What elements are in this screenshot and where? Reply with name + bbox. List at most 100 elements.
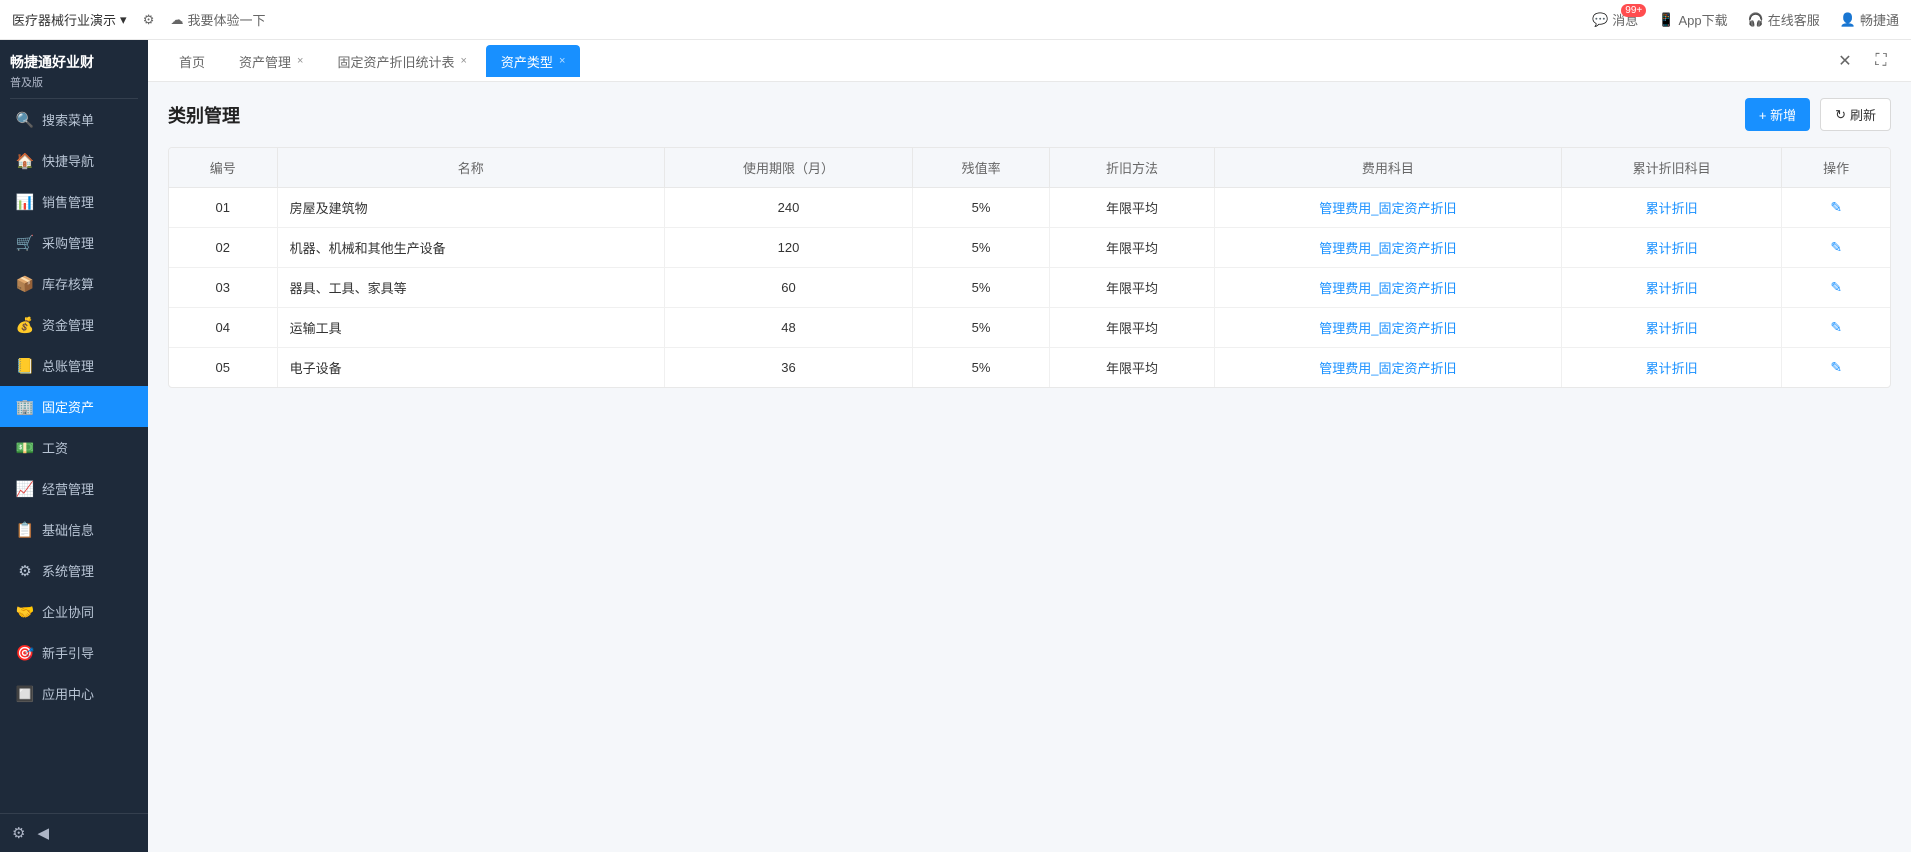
online-service-icon: 🎧 xyxy=(1748,12,1764,28)
edit-button[interactable]: ✎ xyxy=(1830,279,1842,295)
inventory-icon: 📦 xyxy=(16,275,34,293)
tab-depreciation-close[interactable]: × xyxy=(460,55,466,67)
cell-expense: 管理费用_固定资产折旧 xyxy=(1214,228,1561,268)
sidebar-item-basic[interactable]: 📋 基础信息 xyxy=(0,509,148,550)
sidebar-item-label: 库存核算 xyxy=(42,274,94,293)
online-service-item[interactable]: 🎧 在线客服 xyxy=(1748,10,1820,29)
cell-action[interactable]: ✎ xyxy=(1782,228,1890,268)
sidebar-item-system[interactable]: ⚙ 系统管理 xyxy=(0,550,148,591)
settings-bottom-icon[interactable]: ⚙ xyxy=(12,824,25,842)
message-badge: 99+ xyxy=(1621,4,1646,17)
app-download-icon: 📱 xyxy=(1658,12,1674,28)
page-header: 类别管理 + 新增 ↻ 刷新 xyxy=(168,98,1891,131)
edit-button[interactable]: ✎ xyxy=(1830,199,1842,215)
data-table-container: 编号 名称 使用期限（月） 残值率 折旧方法 费用科目 累计折旧科目 操作 01… xyxy=(168,147,1891,388)
refresh-button[interactable]: ↻ 刷新 xyxy=(1820,98,1891,131)
top-bar-left: 医疗器械行业演示 ▾ ⚙ ☁ 我要体验一下 xyxy=(12,6,266,34)
sidebar-item-inventory[interactable]: 📦 库存核算 xyxy=(0,263,148,304)
cell-action[interactable]: ✎ xyxy=(1782,188,1890,228)
cell-residual: 5% xyxy=(913,228,1050,268)
cell-name: 房屋及建筑物 xyxy=(277,188,664,228)
page-content: 类别管理 + 新增 ↻ 刷新 编号 名称 使用期限（月） xyxy=(148,82,1911,852)
cell-action[interactable]: ✎ xyxy=(1782,268,1890,308)
sidebar-item-fixed[interactable]: 🏢 固定资产 xyxy=(0,386,148,427)
tab-asset-type[interactable]: 资产类型 × xyxy=(486,45,580,77)
tab-asset-type-close[interactable]: × xyxy=(559,55,565,67)
message-icon: 💬 xyxy=(1592,12,1608,28)
sidebar-item-label: 系统管理 xyxy=(42,561,94,580)
fixed-asset-icon: 🏢 xyxy=(16,398,34,416)
system-icon: ⚙ xyxy=(16,562,34,580)
cell-action[interactable]: ✎ xyxy=(1782,348,1890,388)
sidebar-item-label: 企业协同 xyxy=(42,602,94,621)
sidebar-item-label: 资金管理 xyxy=(42,315,94,334)
cell-period: 240 xyxy=(664,188,912,228)
sidebar-item-purchase[interactable]: 🛒 采购管理 xyxy=(0,222,148,263)
tab-home[interactable]: 首页 xyxy=(164,45,220,77)
cell-expense: 管理费用_固定资产折旧 xyxy=(1214,308,1561,348)
sidebar-logo: 畅捷通好业财 普及版 xyxy=(0,40,148,98)
sidebar-item-label: 固定资产 xyxy=(42,397,94,416)
collapse-icon[interactable]: ◀ xyxy=(37,824,49,842)
app-download-item[interactable]: 📱 App下载 xyxy=(1658,10,1727,29)
cell-name: 电子设备 xyxy=(277,348,664,388)
sidebar-item-sales[interactable]: 📊 销售管理 xyxy=(0,181,148,222)
message-item[interactable]: 💬 消息 99+ xyxy=(1592,10,1638,29)
tab-expand-btn[interactable]: ⛶ xyxy=(1867,47,1895,75)
top-bar-right: 💬 消息 99+ 📱 App下载 🎧 在线客服 👤 畅捷通 xyxy=(1592,10,1899,29)
sidebar-item-label: 基础信息 xyxy=(42,520,94,539)
logo-title: 畅捷通好业财 xyxy=(10,52,94,72)
basic-info-icon: 📋 xyxy=(16,521,34,539)
sidebar-item-shortcut[interactable]: 🏠 快捷导航 xyxy=(0,140,148,181)
new-button[interactable]: + 新增 xyxy=(1745,98,1810,131)
trial-button[interactable]: ☁ 我要体验一下 xyxy=(171,10,266,29)
col-action: 操作 xyxy=(1782,148,1890,188)
tab-home-label: 首页 xyxy=(179,52,205,71)
cell-method: 年限平均 xyxy=(1050,308,1215,348)
cell-expense: 管理费用_固定资产折旧 xyxy=(1214,188,1561,228)
purchase-icon: 🛒 xyxy=(16,234,34,252)
edit-button[interactable]: ✎ xyxy=(1830,319,1842,335)
page-header-actions: + 新增 ↻ 刷新 xyxy=(1745,98,1891,131)
table-row: 01 房屋及建筑物 240 5% 年限平均 管理费用_固定资产折旧 累计折旧 ✎ xyxy=(169,188,1890,228)
sidebar-item-ledger[interactable]: 📒 总账管理 xyxy=(0,345,148,386)
sidebar-item-label: 销售管理 xyxy=(42,192,94,211)
cell-method: 年限平均 xyxy=(1050,348,1215,388)
enterprise-icon: 🤝 xyxy=(16,603,34,621)
top-bar: 医疗器械行业演示 ▾ ⚙ ☁ 我要体验一下 💬 消息 99+ 📱 App下载 🎧… xyxy=(0,0,1911,40)
tab-asset-mgmt-close[interactable]: × xyxy=(297,55,303,67)
sidebar-item-apps[interactable]: 🔲 应用中心 xyxy=(0,673,148,714)
sidebar-item-guide[interactable]: 🎯 新手引导 xyxy=(0,632,148,673)
sidebar-item-search[interactable]: 🔍 搜索菜单 xyxy=(0,99,148,140)
tab-asset-mgmt-label: 资产管理 xyxy=(239,52,291,71)
edit-button[interactable]: ✎ xyxy=(1830,239,1842,255)
user-item[interactable]: 👤 畅捷通 xyxy=(1840,10,1899,29)
page-title: 类别管理 xyxy=(168,102,240,128)
tab-close-window-btn[interactable]: ✕ xyxy=(1831,47,1859,75)
tab-asset-mgmt[interactable]: 资产管理 × xyxy=(224,45,318,77)
tab-depreciation-table[interactable]: 固定资产折旧统计表 × xyxy=(322,45,481,77)
cell-expense: 管理费用_固定资产折旧 xyxy=(1214,268,1561,308)
edit-button[interactable]: ✎ xyxy=(1830,359,1842,375)
tab-bar-actions: ✕ ⛶ xyxy=(1831,47,1895,75)
cell-code: 02 xyxy=(169,228,277,268)
cell-residual: 5% xyxy=(913,268,1050,308)
tab-asset-type-label: 资产类型 xyxy=(501,52,553,71)
table-row: 02 机器、机械和其他生产设备 120 5% 年限平均 管理费用_固定资产折旧 … xyxy=(169,228,1890,268)
sidebar-item-enterprise[interactable]: 🤝 企业协同 xyxy=(0,591,148,632)
col-expense: 费用科目 xyxy=(1214,148,1561,188)
guide-icon: 🎯 xyxy=(16,644,34,662)
cell-code: 04 xyxy=(169,308,277,348)
cell-period: 36 xyxy=(664,348,912,388)
company-selector[interactable]: 医疗器械行业演示 ▾ xyxy=(12,10,127,29)
settings-icon[interactable]: ⚙ xyxy=(135,6,163,34)
cell-action[interactable]: ✎ xyxy=(1782,308,1890,348)
sidebar-item-fund[interactable]: 💰 资金管理 xyxy=(0,304,148,345)
refresh-icon: ↻ xyxy=(1835,107,1846,123)
table-row: 04 运输工具 48 5% 年限平均 管理费用_固定资产折旧 累计折旧 ✎ xyxy=(169,308,1890,348)
sidebar-item-operations[interactable]: 📈 经营管理 xyxy=(0,468,148,509)
sidebar-item-salary[interactable]: 💵 工资 xyxy=(0,427,148,468)
cell-code: 03 xyxy=(169,268,277,308)
cell-accumulate: 累计折旧 xyxy=(1561,348,1781,388)
home-icon: 🏠 xyxy=(16,152,34,170)
